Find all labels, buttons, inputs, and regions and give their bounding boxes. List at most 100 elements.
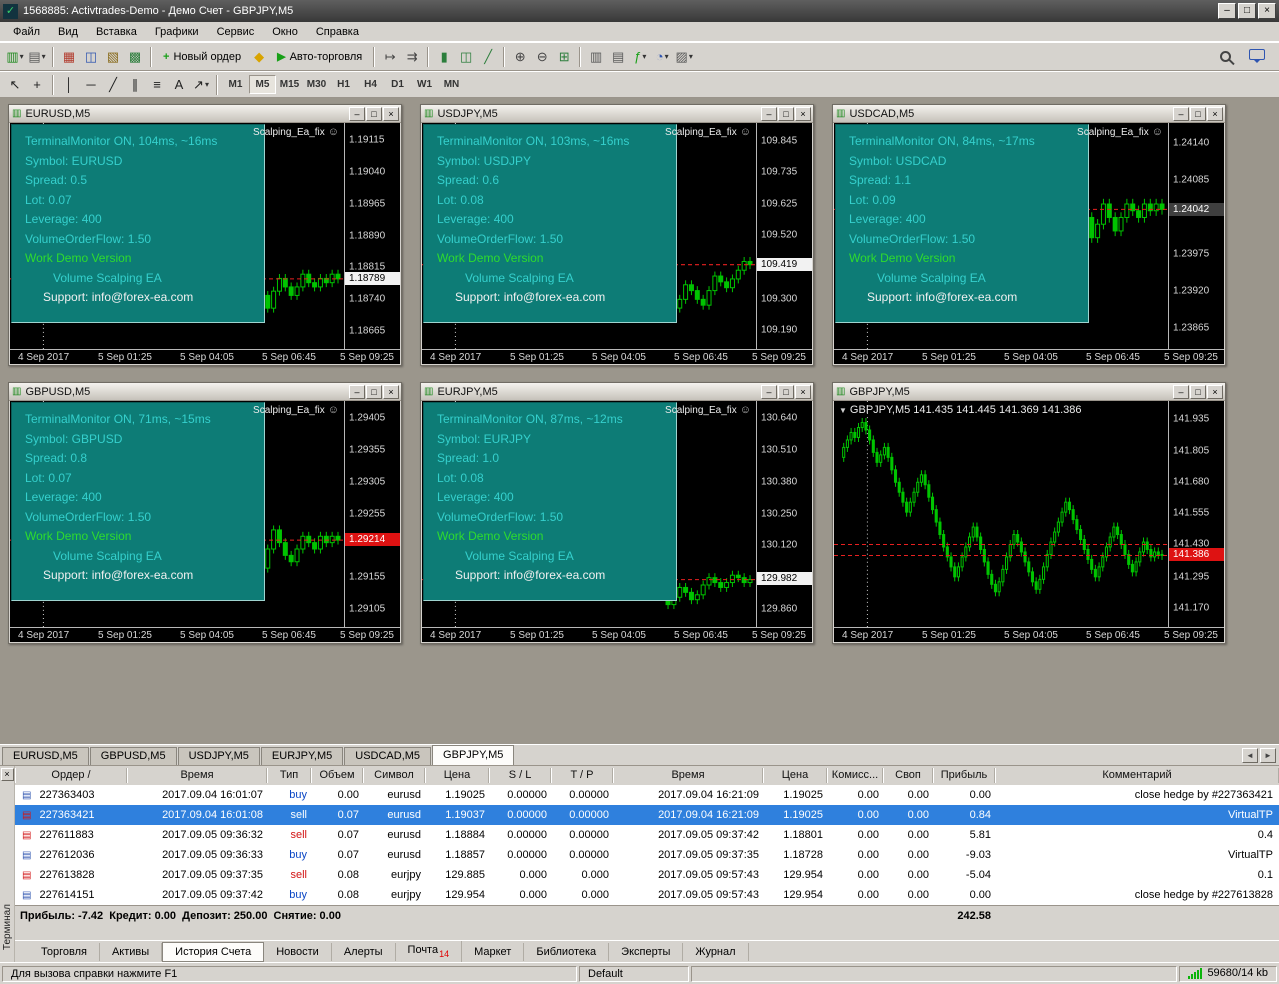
column-header-0[interactable]: Ордер / <box>15 768 127 783</box>
profiles-icon[interactable]: ▤ ▾ <box>26 46 48 68</box>
data-window-icon[interactable]: ◫ <box>80 46 102 68</box>
menu-insert[interactable]: Вставка <box>87 24 146 40</box>
market-watch-icon[interactable]: ▦ <box>58 46 80 68</box>
dropdown-arrow-icon[interactable]: ▾ <box>42 52 46 61</box>
maximize-button[interactable]: □ <box>778 384 794 399</box>
close-button[interactable]: × <box>1207 384 1223 399</box>
dropdown-arrow-icon[interactable]: ▾ <box>642 52 646 61</box>
column-header-2[interactable]: Тип <box>267 768 311 783</box>
terminal-tab-market[interactable]: Маркет <box>462 942 525 961</box>
chart-plot-eurusd[interactable]: TerminalMonitor ON, 104ms, ~16ms Symbol: … <box>10 123 344 349</box>
close-button[interactable]: × <box>795 106 811 121</box>
indicators-icon[interactable]: ƒ ▾ <box>629 46 651 68</box>
dropdown-arrow-icon[interactable]: ▾ <box>689 52 693 61</box>
search-icon[interactable] <box>1220 51 1231 62</box>
chart-tab-usdcad[interactable]: USDCAD,M5 <box>344 747 432 765</box>
autotrade-button[interactable]: ▶ Авто-торговля <box>270 48 369 65</box>
dropdown-arrow-icon[interactable]: ▾ <box>665 52 669 61</box>
history-row-227363403[interactable]: ▤ 227363403 2017.09.04 16:01:07 buy 0.00 euru… <box>15 785 1279 805</box>
chart-title-bar-eurjpy[interactable]: ▥ EURJPY,M5 – □ × <box>421 383 813 401</box>
timeframe-mn[interactable]: MN <box>438 75 465 94</box>
column-header-6[interactable]: S / L <box>489 768 551 783</box>
title-bar[interactable]: ✓ 1568885: Activtrades-Demo - Демо Счет … <box>0 0 1279 22</box>
chart-title-bar-usdcad[interactable]: ▥ USDCAD,M5 – □ × <box>833 105 1225 123</box>
dropdown-arrow-icon[interactable]: ▼ <box>839 406 847 415</box>
history-row-227614151[interactable]: ▤ 227614151 2017.09.05 09:37:42 buy 0.08 eurj… <box>15 885 1279 905</box>
maximize-button[interactable]: □ <box>366 384 382 399</box>
chart-plot-gbpusd[interactable]: TerminalMonitor ON, 71ms, ~15ms Symbol: G… <box>10 401 344 627</box>
column-header-13[interactable]: Комментарий <box>995 768 1279 783</box>
terminal-icon[interactable]: ▩ <box>124 46 146 68</box>
minimize-button[interactable]: – <box>1173 106 1189 121</box>
arrows-icon[interactable]: ↗ ▾ <box>190 74 212 96</box>
minimize-button[interactable]: – <box>761 384 777 399</box>
crosshair-icon[interactable]: + <box>26 74 48 96</box>
new-chart-icon[interactable]: ▥ ▾ <box>4 46 26 68</box>
history-row-227612036[interactable]: ▤ 227612036 2017.09.05 09:36:33 buy 0.07 euru… <box>15 845 1279 865</box>
tile-windows-icon[interactable]: ⊞ <box>553 46 575 68</box>
close-button[interactable]: × <box>383 106 399 121</box>
menu-view[interactable]: Вид <box>49 24 87 40</box>
maximize-button[interactable]: □ <box>1190 384 1206 399</box>
menu-window[interactable]: Окно <box>263 24 307 40</box>
terminal-close-icon[interactable]: × <box>0 768 14 781</box>
metaeditor-icon[interactable]: ◆ <box>248 46 270 68</box>
terminal-tab-assets[interactable]: Активы <box>100 942 163 961</box>
column-header-4[interactable]: Символ <box>363 768 425 783</box>
trendline-icon[interactable]: ╱ <box>102 74 124 96</box>
chart-tab-eurjpy[interactable]: EURJPY,M5 <box>260 747 344 765</box>
minimize-button[interactable]: – <box>349 384 365 399</box>
timeframe-d1[interactable]: D1 <box>384 75 411 94</box>
chart-title-bar-eurusd[interactable]: ▥ EURUSD,M5 – □ × <box>9 105 401 123</box>
terminal-tab-mailbox[interactable]: Почта14 <box>396 941 463 962</box>
new-order-button[interactable]: + Новый ордер <box>156 49 248 65</box>
chart-tab-gbpjpy[interactable]: GBPJPY,M5 <box>432 745 515 765</box>
cursor-icon[interactable]: ↖ <box>4 74 26 96</box>
column-header-11[interactable]: Своп <box>883 768 933 783</box>
timeframe-h4[interactable]: H4 <box>357 75 384 94</box>
chart-tab-eurusd[interactable]: EURUSD,M5 <box>2 747 89 765</box>
column-header-8[interactable]: Время <box>613 768 763 783</box>
terminal-tab-journal[interactable]: Журнал <box>683 942 749 961</box>
chart-plot-usdjpy[interactable]: TerminalMonitor ON, 103ms, ~16ms Symbol: … <box>422 123 756 349</box>
maximize-button[interactable]: □ <box>1238 3 1256 19</box>
timeframe-w1[interactable]: W1 <box>411 75 438 94</box>
horizontal-line-icon[interactable]: ─ <box>80 74 102 96</box>
dropdown-arrow-icon[interactable]: ▾ <box>205 80 209 89</box>
timeframe-m30[interactable]: M30 <box>303 75 330 94</box>
column-header-5[interactable]: Цена <box>425 768 489 783</box>
minimize-button[interactable]: – <box>1173 384 1189 399</box>
close-button[interactable]: × <box>383 384 399 399</box>
chat-icon[interactable] <box>1249 49 1265 63</box>
terminal-tab-news[interactable]: Новости <box>264 942 332 961</box>
column-header-10[interactable]: Комисс... <box>827 768 883 783</box>
tab-scroll-left-icon[interactable]: ◄ <box>1242 748 1258 763</box>
maximize-button[interactable]: □ <box>366 106 382 121</box>
terminal-tab-experts[interactable]: Эксперты <box>609 942 684 961</box>
column-header-7[interactable]: T / P <box>551 768 613 783</box>
text-icon[interactable]: A <box>168 74 190 96</box>
history-row-227611883[interactable]: ▤ 227611883 2017.09.05 09:36:32 sell 0.07 eur… <box>15 825 1279 845</box>
chart-plot-gbpjpy[interactable]: ▼ GBPJPY,M5 141.435 141.445 141.369 141.3… <box>834 401 1168 627</box>
chart-tab-usdjpy[interactable]: USDJPY,M5 <box>177 747 260 765</box>
fibonacci-icon[interactable]: ≡ <box>146 74 168 96</box>
bars-icon[interactable]: ▮ <box>433 46 455 68</box>
terminal-tab-account-history[interactable]: История Счета <box>162 941 265 962</box>
timeframe-m15[interactable]: M15 <box>276 75 303 94</box>
minimize-button[interactable]: – <box>349 106 365 121</box>
periods-icon[interactable]: ◔ ▾ <box>651 46 673 68</box>
timeframe-m5[interactable]: M5 <box>249 75 276 94</box>
line-chart-icon[interactable]: ╱ <box>477 46 499 68</box>
tab-scroll-right-icon[interactable]: ► <box>1260 748 1276 763</box>
terminal-tab-trade[interactable]: Торговля <box>29 942 100 961</box>
menu-file[interactable]: Файл <box>4 24 49 40</box>
history-row-227363421[interactable]: ▤ 227363421 2017.09.04 16:01:08 sell 0.07 eur… <box>15 805 1279 825</box>
column-header-1[interactable]: Время <box>127 768 267 783</box>
candles-icon[interactable]: ◫ <box>455 46 477 68</box>
minimize-button[interactable]: – <box>761 106 777 121</box>
timeframe-m1[interactable]: M1 <box>222 75 249 94</box>
chart-tab-gbpusd[interactable]: GBPUSD,M5 <box>89 747 177 765</box>
navigator-icon[interactable]: ▧ <box>102 46 124 68</box>
arrange-vertical-icon[interactable]: ▤ <box>607 46 629 68</box>
status-profile[interactable]: Default <box>579 965 689 982</box>
